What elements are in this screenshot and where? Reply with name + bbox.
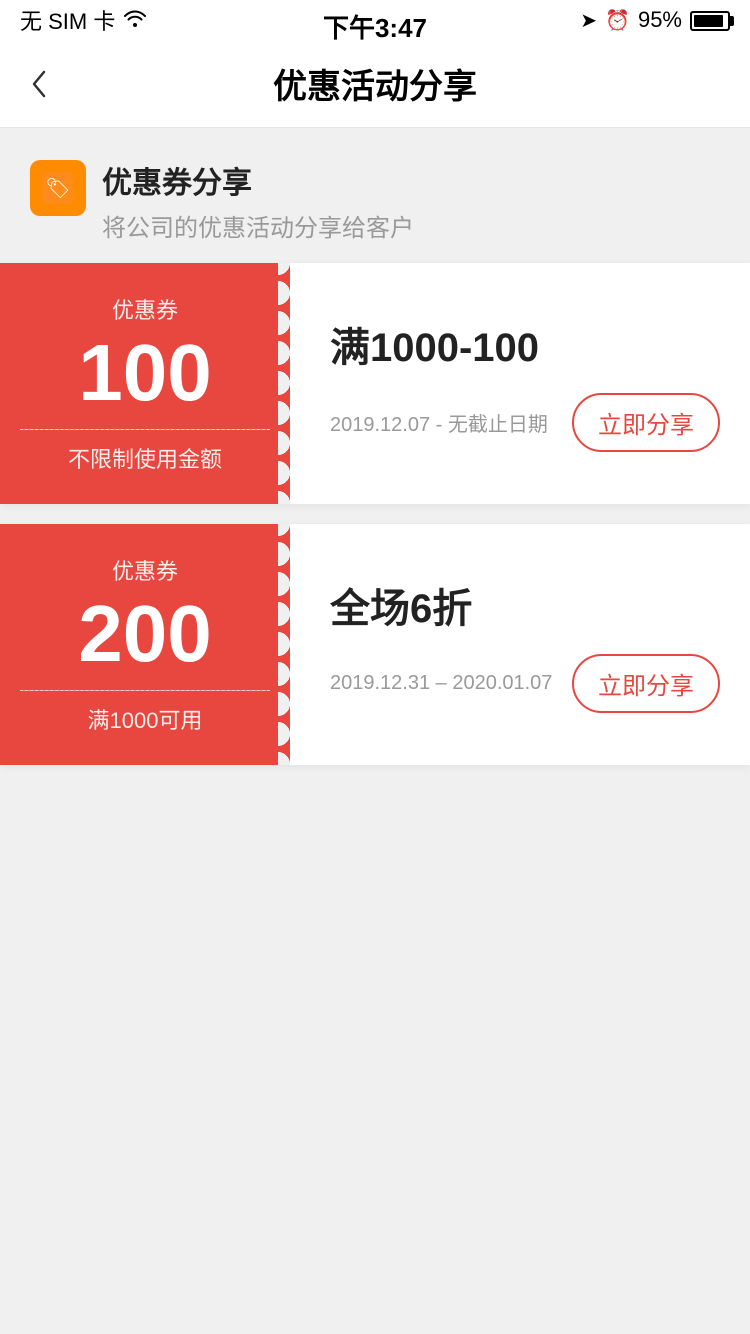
status-right: ➤ ⏰ 95% bbox=[580, 7, 730, 33]
coupon-footer-2: 2019.12.31 – 2020.01.07 立即分享 bbox=[330, 654, 720, 713]
section-title: 优惠券分享 bbox=[102, 158, 414, 202]
coupon-date-2: 2019.12.31 – 2020.01.07 bbox=[330, 672, 556, 695]
alarm-icon: ⏰ bbox=[605, 8, 630, 33]
page-title: 优惠活动分享 bbox=[273, 59, 477, 108]
status-bar: 无 SIM 卡 下午3:47 ➤ ⏰ 95% bbox=[0, 0, 750, 40]
coupon-left-2: 优惠券 200 满1000可用 bbox=[0, 524, 290, 765]
section-header: 🏷 优惠券分享 将公司的优惠活动分享给客户 bbox=[0, 128, 750, 263]
coupon-footer-1: 2019.12.07 - 无截止日期 立即分享 bbox=[330, 393, 720, 452]
carrier-label: 无 SIM 卡 bbox=[20, 4, 115, 36]
battery-percent: 95% bbox=[638, 7, 682, 33]
coupon-name-2: 全场6折 bbox=[330, 576, 720, 634]
share-button-2[interactable]: 立即分享 bbox=[572, 654, 720, 713]
coupon-label-2: 优惠券 bbox=[112, 554, 178, 586]
coupon-amount-1: 100 bbox=[78, 333, 211, 413]
share-button-1[interactable]: 立即分享 bbox=[572, 393, 720, 452]
section-icon: 🏷 bbox=[30, 160, 86, 216]
coupon-name-1: 满1000-100 bbox=[330, 315, 720, 373]
coupon-label-1: 优惠券 bbox=[112, 293, 178, 325]
empty-area bbox=[0, 815, 750, 1315]
coupon-divider-1 bbox=[20, 429, 270, 430]
svg-text:🏷: 🏷 bbox=[45, 178, 70, 200]
coupon-date-1: 2019.12.07 - 无截止日期 bbox=[330, 408, 556, 437]
location-icon: ➤ bbox=[580, 8, 597, 33]
coupon-card-1: 优惠券 100 不限制使用金额 满1000-100 2019.12.07 - 无… bbox=[0, 263, 750, 504]
coupon-right-2: 全场6折 2019.12.31 – 2020.01.07 立即分享 bbox=[290, 524, 750, 765]
nav-bar: 优惠活动分享 bbox=[0, 40, 750, 128]
battery-icon bbox=[690, 7, 730, 33]
back-button[interactable] bbox=[28, 64, 52, 104]
coupon-right-1: 满1000-100 2019.12.07 - 无截止日期 立即分享 bbox=[290, 263, 750, 504]
coupon-condition-2: 满1000可用 bbox=[88, 703, 203, 735]
section-text: 优惠券分享 将公司的优惠活动分享给客户 bbox=[102, 158, 414, 243]
coupon-left-1: 优惠券 100 不限制使用金额 bbox=[0, 263, 290, 504]
status-left: 无 SIM 卡 bbox=[20, 4, 147, 36]
coupon-divider-2 bbox=[20, 690, 270, 691]
section-subtitle: 将公司的优惠活动分享给客户 bbox=[102, 208, 414, 243]
coupon-amount-2: 200 bbox=[78, 594, 211, 674]
cards-container: 优惠券 100 不限制使用金额 满1000-100 2019.12.07 - 无… bbox=[0, 263, 750, 815]
coupon-condition-1: 不限制使用金额 bbox=[68, 442, 222, 474]
coupon-card-2: 优惠券 200 满1000可用 全场6折 2019.12.31 – 2020.0… bbox=[0, 524, 750, 765]
wifi-icon bbox=[123, 7, 147, 33]
